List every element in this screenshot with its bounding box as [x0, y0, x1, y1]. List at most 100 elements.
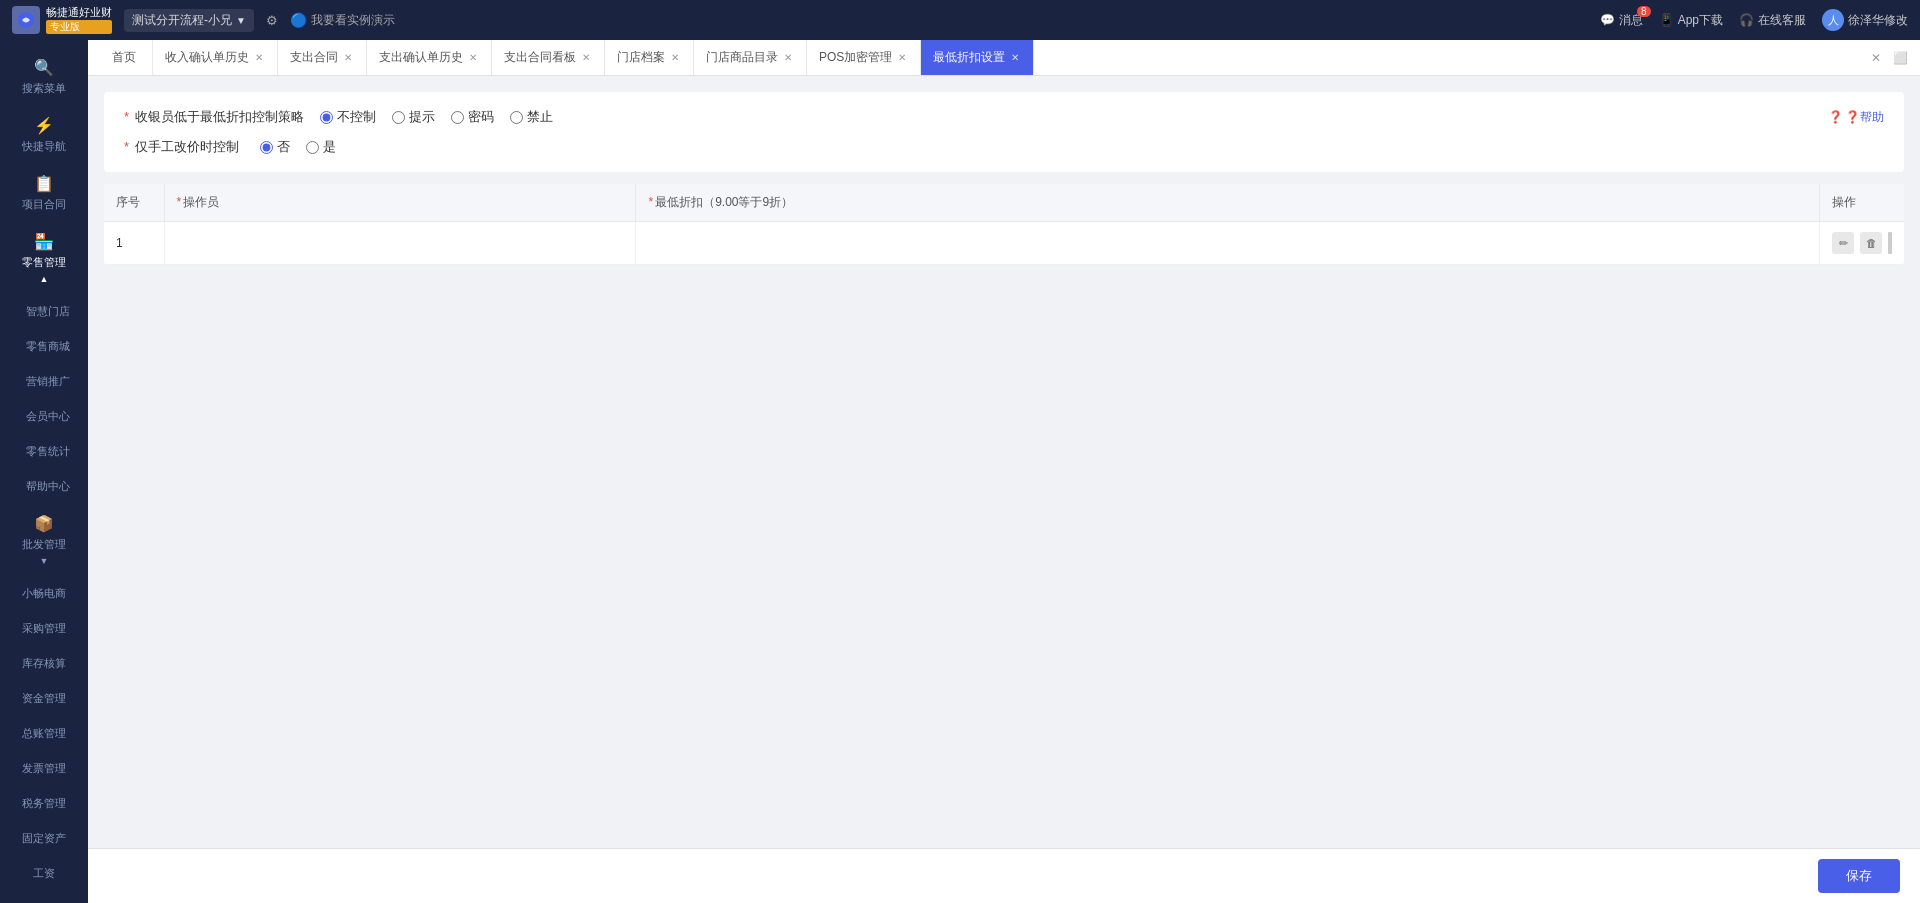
tax-label: 税务管理: [22, 796, 66, 811]
sidebar-item-salary[interactable]: 工资: [0, 856, 88, 891]
sidebar-item-online-store[interactable]: 零售商城: [0, 329, 88, 364]
sidebar-item-tax[interactable]: 税务管理: [0, 786, 88, 821]
sidebar-item-finance[interactable]: 资金管理: [0, 681, 88, 716]
radio-no-control-label: 不控制: [337, 108, 376, 126]
tab-store-file-close[interactable]: ✕: [669, 51, 681, 64]
project-name: 测试分开流程-小兄: [132, 12, 232, 29]
tab-pos-password-close[interactable]: ✕: [896, 51, 908, 64]
sidebar-item-help[interactable]: 帮助中心: [0, 469, 88, 504]
sidebar-item-marketing[interactable]: 营销推广: [0, 364, 88, 399]
tab-min-discount[interactable]: 最低折扣设置 ✕: [921, 40, 1034, 76]
delete-icon[interactable]: 🗑: [1860, 232, 1882, 254]
sidebar: 🔍 搜索菜单 ⚡ 快捷导航 📋 项目合同 🏪 零售管理 ▲ 智慧门店 零售商城 …: [0, 40, 88, 903]
radio-yes-input[interactable]: [306, 141, 319, 154]
cell-discount: [636, 222, 1820, 265]
inventory-label: 库存核算: [22, 656, 66, 671]
tab-payment-contract[interactable]: 支出合同 ✕: [278, 40, 367, 76]
app-download-btn[interactable]: 📱 App下载: [1659, 12, 1723, 29]
logo-icon: [12, 6, 40, 34]
table-header-row: 序号 *操作员 *最低折扣（9.00等于9折） 操作: [104, 184, 1904, 222]
sidebar-item-search[interactable]: 🔍 搜索菜单: [0, 48, 88, 106]
tab-close-all-icon[interactable]: ✕: [1867, 51, 1885, 65]
page-content: * 收银员低于最低折扣控制策略 不控制 提示: [88, 76, 1920, 848]
sidebar-item-retail-stats[interactable]: 零售统计: [0, 434, 88, 469]
sidebar-label-search: 搜索菜单: [22, 81, 66, 96]
tab-payment-contract-close[interactable]: ✕: [342, 51, 354, 64]
sidebar-item-inventory[interactable]: 库存核算: [0, 646, 88, 681]
sidebar-item-smart-store[interactable]: 智慧门店: [0, 294, 88, 329]
col-header-discount: *最低折扣（9.00等于9折）: [636, 184, 1820, 222]
sidebar-item-ledger[interactable]: 总账管理: [0, 716, 88, 751]
sidebar-item-wholesale[interactable]: 📦 批发管理 ▼: [0, 504, 88, 576]
tab-payment-board-label: 支出合同看板: [504, 49, 576, 66]
sidebar-label-wholesale: 批发管理: [22, 537, 66, 552]
sidebar-item-member[interactable]: 会员中心: [0, 399, 88, 434]
radio-forbid-input[interactable]: [510, 111, 523, 124]
tab-store-goods-close[interactable]: ✕: [782, 51, 794, 64]
control-strategy-radio-group: 不控制 提示 密码 禁止: [320, 108, 553, 126]
online-service-btn[interactable]: 🎧 在线客服: [1739, 12, 1806, 29]
tab-min-discount-label: 最低折扣设置: [933, 49, 1005, 66]
sidebar-item-ecommerce[interactable]: 小畅电商: [0, 576, 88, 611]
required-star-operator: *: [177, 195, 182, 209]
radio-yes[interactable]: 是: [306, 138, 336, 156]
tab-income-confirm[interactable]: 收入确认单历史 ✕: [153, 40, 278, 76]
tab-payment-confirm-close[interactable]: ✕: [467, 51, 479, 64]
form-section: * 收银员低于最低折扣控制策略 不控制 提示: [104, 92, 1904, 172]
tab-more-icon[interactable]: ⬜: [1889, 51, 1912, 65]
content-area: 首页 收入确认单历史 ✕ 支出合同 ✕ 支出确认单历史 ✕ 支出合同看板 ✕ 门…: [88, 40, 1920, 903]
sidebar-item-project[interactable]: 📋 项目合同: [0, 164, 88, 222]
control-strategy-row: * 收银员低于最低折扣控制策略 不控制 提示: [124, 108, 1884, 126]
user-profile-btn[interactable]: 人 徐泽华修改: [1822, 9, 1908, 31]
cell-seq: 1: [104, 222, 164, 265]
required-star-1: *: [124, 109, 129, 124]
radio-remind[interactable]: 提示: [392, 108, 435, 126]
messages-btn[interactable]: 💬 消息 8: [1600, 12, 1643, 29]
member-label: 会员中心: [26, 409, 70, 424]
tab-store-file[interactable]: 门店档案 ✕: [605, 40, 694, 76]
radio-password[interactable]: 密码: [451, 108, 494, 126]
tab-income-confirm-close[interactable]: ✕: [253, 51, 265, 64]
shortcut-icon: ⚡: [34, 116, 54, 135]
radio-password-input[interactable]: [451, 111, 464, 124]
radio-no-input[interactable]: [260, 141, 273, 154]
ecommerce-label: 小畅电商: [22, 586, 66, 601]
tab-home[interactable]: 首页: [96, 40, 153, 76]
tab-payment-board[interactable]: 支出合同看板 ✕: [492, 40, 605, 76]
radio-no[interactable]: 否: [260, 138, 290, 156]
demo-link[interactable]: 🔵 我要看实例演示: [290, 12, 395, 29]
radio-no-control-input[interactable]: [320, 111, 333, 124]
settings-icon[interactable]: ⚙: [266, 13, 278, 28]
radio-no-control[interactable]: 不控制: [320, 108, 376, 126]
top-bar-right: 💬 消息 8 📱 App下载 🎧 在线客服 人 徐泽华修改: [1600, 9, 1908, 31]
radio-remind-label: 提示: [409, 108, 435, 126]
help-button[interactable]: ❓ ❓帮助: [1828, 109, 1884, 126]
tab-payment-confirm[interactable]: 支出确认单历史 ✕: [367, 40, 492, 76]
radio-forbid[interactable]: 禁止: [510, 108, 553, 126]
cell-operator: [164, 222, 636, 265]
tab-store-goods[interactable]: 门店商品目录 ✕: [694, 40, 807, 76]
edit-icon[interactable]: ✏: [1832, 232, 1854, 254]
save-button[interactable]: 保存: [1818, 859, 1900, 893]
project-icon: 📋: [34, 174, 54, 193]
tab-payment-board-close[interactable]: ✕: [580, 51, 592, 64]
sidebar-item-fixed-assets[interactable]: 固定资产: [0, 821, 88, 856]
required-star-discount: *: [648, 195, 653, 209]
sidebar-item-purchase[interactable]: 采购管理: [0, 611, 88, 646]
tab-pos-password[interactable]: POS加密管理 ✕: [807, 40, 921, 76]
top-bar: 畅捷通好业财 专业版 测试分开流程-小兄 ▼ ⚙ 🔵 我要看实例演示 💬 消息 …: [0, 0, 1920, 40]
manual-control-radio-group: 否 是: [260, 138, 336, 156]
download-icon: 📱: [1659, 13, 1674, 27]
tab-min-discount-close[interactable]: ✕: [1009, 51, 1021, 64]
control-strategy-label: * 收银员低于最低折扣控制策略: [124, 108, 304, 126]
messages-badge: 8: [1637, 6, 1651, 17]
project-selector[interactable]: 测试分开流程-小兄 ▼: [124, 9, 254, 32]
sidebar-label-shortcut: 快捷导航: [22, 139, 66, 154]
radio-remind-input[interactable]: [392, 111, 405, 124]
sidebar-item-invoice[interactable]: 发票管理: [0, 751, 88, 786]
service-icon: 🎧: [1739, 13, 1754, 27]
sidebar-item-retail[interactable]: 🏪 零售管理 ▲: [0, 222, 88, 294]
sidebar-item-shortcut[interactable]: ⚡ 快捷导航: [0, 106, 88, 164]
avatar-icon: 人: [1822, 9, 1844, 31]
cell-action: ✏ 🗑: [1820, 222, 1905, 265]
